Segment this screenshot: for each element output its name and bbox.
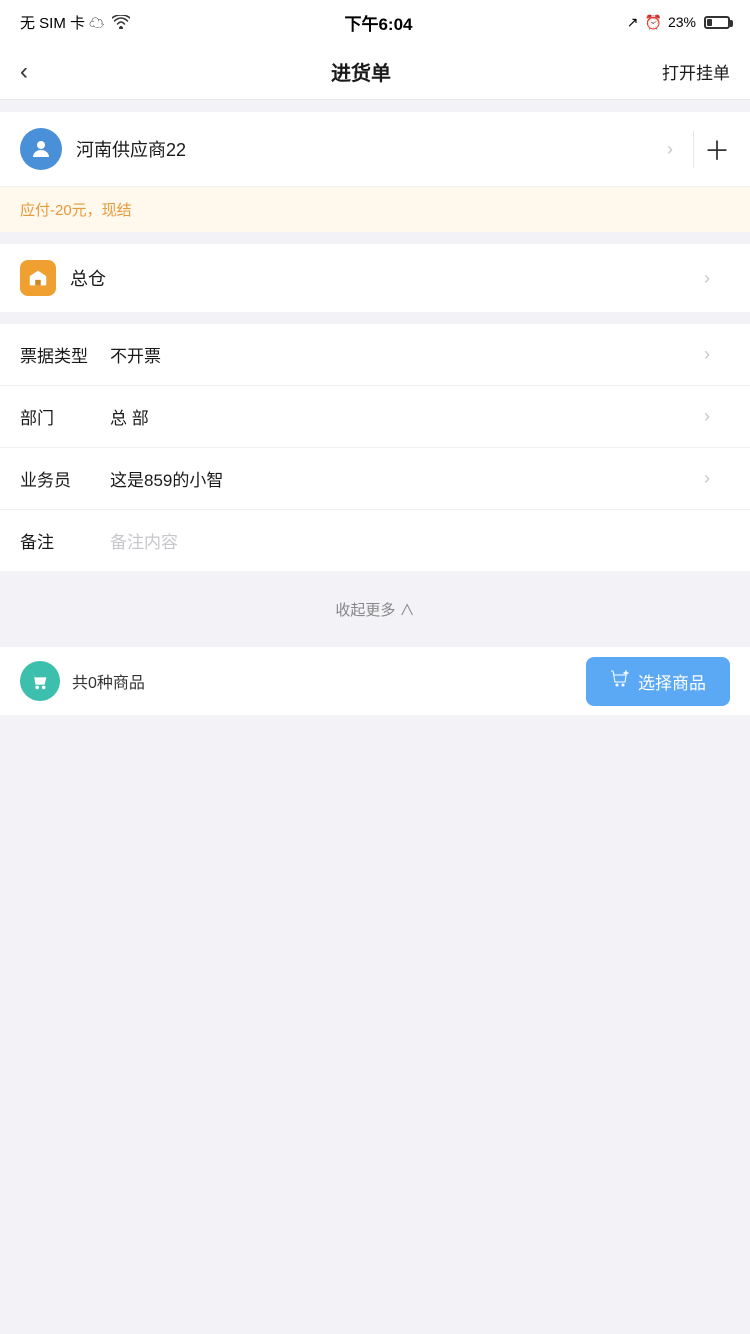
supplier-chevron-icon: › [667, 139, 673, 160]
battery-icon [704, 16, 730, 29]
back-button[interactable]: ‹ [20, 58, 60, 86]
select-product-label: 选择商品 [638, 669, 706, 694]
warehouse-chevron-icon: › [704, 268, 710, 289]
department-chevron-icon: › [704, 406, 710, 427]
product-count: 共0种商品 [72, 669, 586, 693]
add-supplier-button[interactable]: ＋ [693, 131, 730, 168]
battery-label: 23% [668, 14, 696, 30]
warehouse-card[interactable]: 总仓 › [0, 244, 750, 312]
alarm-icon: ⏰ [645, 14, 662, 31]
status-left: 无 SIM 卡 ☁ [20, 12, 130, 33]
page-background [0, 715, 750, 915]
department-value: 总 部 [110, 404, 704, 429]
location-icon: ↗ [627, 14, 639, 31]
supplier-avatar [20, 128, 62, 170]
product-icon [20, 661, 60, 701]
time-label: 下午6:04 [344, 10, 412, 35]
supplier-card: 河南供应商22 › ＋ 应付-20元，现结 [0, 112, 750, 232]
warehouse-icon [20, 260, 56, 296]
warehouse-name: 总仓 [70, 265, 704, 291]
open-pending-button[interactable]: 打开挂单 [662, 59, 730, 84]
bottom-bar: 共0种商品 选择商品 [0, 647, 750, 715]
status-bar: 无 SIM 卡 ☁ 下午6:04 ↗ ⏰ 23% [0, 0, 750, 44]
separator-2 [0, 232, 750, 244]
select-product-icon [610, 670, 630, 693]
wifi-icon [112, 15, 130, 29]
salesperson-chevron-icon: › [704, 468, 710, 489]
department-label: 部门 [20, 404, 110, 429]
collapse-button[interactable]: 收起更多 ∧ [0, 583, 750, 635]
sim-label: 无 SIM 卡 ☁ [20, 12, 104, 33]
select-product-button[interactable]: 选择商品 [586, 657, 730, 706]
department-row[interactable]: 部门 总 部 › [0, 386, 750, 448]
warehouse-row[interactable]: 总仓 › [0, 244, 750, 312]
salesperson-row[interactable]: 业务员 这是859的小智 › [0, 448, 750, 510]
status-right: ↗ ⏰ 23% [627, 14, 730, 31]
separator-top [0, 100, 750, 112]
alert-text: 应付-20元，现结 [20, 202, 132, 219]
supplier-name[interactable]: 河南供应商22 [76, 136, 667, 162]
form-section: 票据类型 不开票 › 部门 总 部 › 业务员 这是859的小智 › 备注 备注… [0, 324, 750, 571]
nav-bar: ‹ 进货单 打开挂单 [0, 44, 750, 100]
invoice-type-label: 票据类型 [20, 342, 110, 367]
invoice-type-chevron-icon: › [704, 344, 710, 365]
collapse-label: 收起更多 ∧ [335, 599, 414, 620]
salesperson-value: 这是859的小智 [110, 466, 704, 491]
invoice-type-value: 不开票 [110, 342, 704, 367]
notes-input[interactable]: 备注内容 [110, 528, 730, 553]
invoice-type-row[interactable]: 票据类型 不开票 › [0, 324, 750, 386]
notes-label: 备注 [20, 528, 110, 553]
alert-banner: 应付-20元，现结 [0, 187, 750, 232]
supplier-row: 河南供应商22 › ＋ [0, 112, 750, 187]
salesperson-label: 业务员 [20, 466, 110, 491]
notes-row[interactable]: 备注 备注内容 [0, 510, 750, 571]
page-title: 进货单 [331, 57, 391, 86]
